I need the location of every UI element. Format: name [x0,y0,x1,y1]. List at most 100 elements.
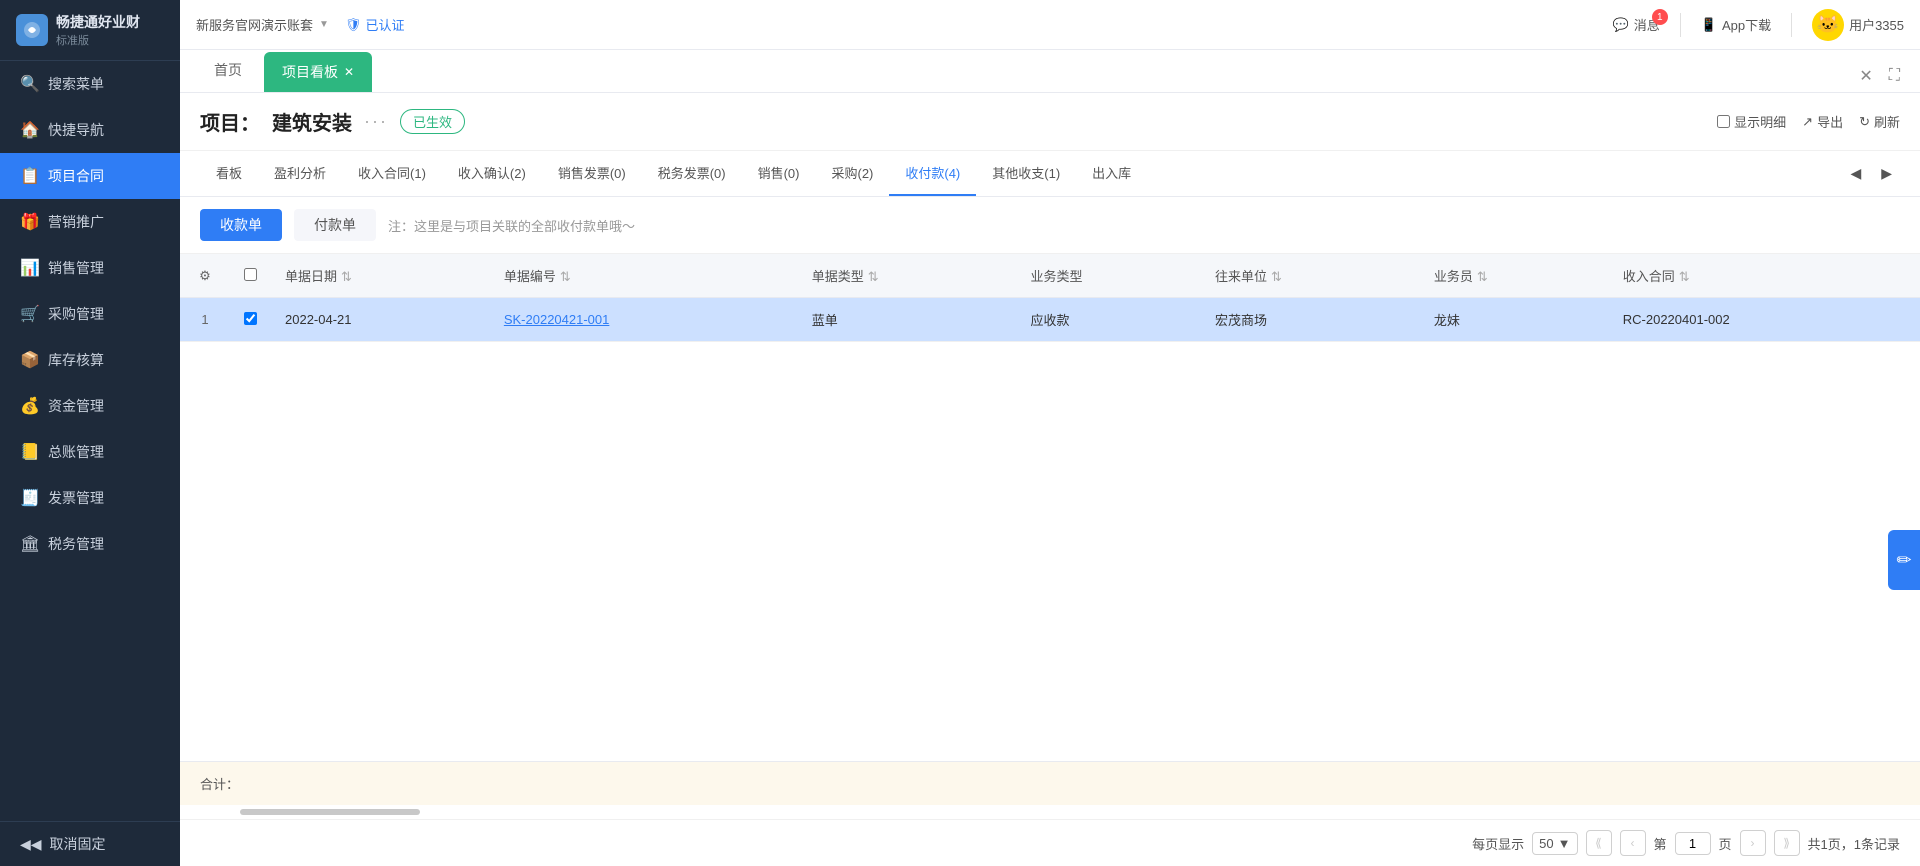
search-icon: 🔍 [20,74,38,94]
tab-project-board[interactable]: 项目看板 ✕ [264,52,372,92]
inner-tab-payment-label: 付款单 [314,217,356,233]
sort-icon: ⇅ [868,269,879,284]
account-selector[interactable]: 新服务官网演示账套 ▼ [196,15,329,34]
message-button[interactable]: 💬 消息 1 [1613,15,1660,34]
expand-icon[interactable]: ⛶ [1885,63,1904,89]
divider [1680,13,1681,37]
money-icon: 💰 [20,396,38,416]
main-area: 新服务官网演示账套 ▼ 🛡 已认证 💬 消息 1 📱 App下载 🐱 用户335… [180,0,1920,866]
project-label-prefix: 项目： [200,107,260,136]
close-window-icon[interactable]: ✕ [1855,62,1876,90]
type-column-header[interactable]: 单据类型⇅ [798,254,1017,298]
row-partner: 宏茂商场 [1201,298,1420,342]
last-page-button[interactable]: ⟫ [1774,830,1800,856]
per-page-label: 每页显示 [1472,834,1524,853]
show-detail-input[interactable] [1717,115,1730,128]
chart-icon: 📊 [20,258,38,278]
salesperson-column-header[interactable]: 业务员⇅ [1420,254,1609,298]
gift-icon: 🎁 [20,212,38,232]
subtab-purchase[interactable]: 采购(2) [815,151,889,196]
first-page-button[interactable]: ⟪ [1586,830,1612,856]
sidebar-header: 畅捷通好业财 标准版 [0,0,180,61]
sidebar-item-label: 资金管理 [48,396,104,416]
row-checkbox[interactable] [230,298,271,342]
sort-icon: ⇅ [1271,269,1282,284]
date-column-header[interactable]: 单据日期⇅ [271,254,490,298]
app-version: 标准版 [56,32,140,48]
partner-column-header[interactable]: 往来单位⇅ [1201,254,1420,298]
tab-home[interactable]: 首页 [196,50,260,92]
sidebar-item-label: 发票管理 [48,488,104,508]
receipt-icon: 🧾 [20,488,38,508]
sort-icon: ⇅ [560,269,571,284]
sidebar-item-funds[interactable]: 💰 资金管理 [0,383,180,429]
sidebar-title-block: 畅捷通好业财 标准版 [56,12,140,48]
sidebar-item-project[interactable]: 📋 项目合同 [0,153,180,199]
subtab-income-contract[interactable]: 收入合同(1) [342,151,442,196]
select-all-checkbox[interactable] [244,268,257,281]
income-contract-column-header[interactable]: 收入合同⇅ [1609,254,1920,298]
sidebar-item-label: 税务管理 [48,534,104,554]
subtab-sales[interactable]: 销售(0) [742,151,816,196]
subtab-profit[interactable]: 盈利分析 [258,151,342,196]
per-page-value: 50 [1539,836,1553,851]
sidebar-item-invoice[interactable]: 🧾 发票管理 [0,475,180,521]
row-number-cell[interactable]: SK-20220421-001 [490,298,798,342]
sidebar-item-quicknav[interactable]: 🏠 快捷导航 [0,107,180,153]
subtab-sales-invoice[interactable]: 销售发票(0) [542,151,642,196]
page-number-input[interactable] [1675,832,1711,855]
inner-tab-payment[interactable]: 付款单 [294,209,376,241]
sidebar-item-inventory[interactable]: 📦 库存核算 [0,337,180,383]
settings-column[interactable]: ⚙ [180,254,230,298]
row-select-checkbox[interactable] [244,312,257,325]
sidebar-item-sales[interactable]: 📊 销售管理 [0,245,180,291]
gear-icon[interactable]: ⚙ [199,268,211,283]
subtab-other-income[interactable]: 其他收支(1) [976,151,1076,196]
sidebar-item-label: 快捷导航 [48,120,104,140]
subtab-inout[interactable]: 出入库 [1076,151,1147,196]
refresh-button[interactable]: ↻ 刷新 [1859,112,1900,131]
avatar: 🐱 [1812,9,1844,41]
tab-project-board-label: 项目看板 [282,62,338,82]
prev-page-button[interactable]: ‹ [1620,830,1646,856]
user-button[interactable]: 🐱 用户3355 [1812,9,1904,41]
sidebar-item-search[interactable]: 🔍 搜索菜单 [0,61,180,107]
more-options-icon[interactable]: ··· [364,111,388,132]
number-column-header[interactable]: 单据编号⇅ [490,254,798,298]
subtab-tax-invoice[interactable]: 税务发票(0) [642,151,742,196]
sidebar-unpin-button[interactable]: ◀◀ 取消固定 [0,821,180,866]
next-page-button[interactable]: › [1740,830,1766,856]
subtab-next-icon[interactable]: ▶ [1873,157,1900,190]
subtab-kanban[interactable]: 看板 [200,151,258,196]
voucher-number-link[interactable]: SK-20220421-001 [504,312,610,327]
sidebar-item-marketing[interactable]: 🎁 营销推广 [0,199,180,245]
scroll-bar-area [180,805,1920,819]
content-area: ⚙ 单据日期⇅ 单据编号⇅ 单 [180,254,1920,866]
sidebar-item-tax[interactable]: 🏛 税务管理 [0,521,180,567]
row-business-type: 应收款 [1017,298,1201,342]
subtab-receipt[interactable]: 收付款(4) [889,151,976,196]
app-download-button[interactable]: 📱 App下载 [1701,15,1771,34]
subtab-income-confirm[interactable]: 收入确认(2) [442,151,542,196]
app-logo [16,14,48,46]
sidebar-item-ledger[interactable]: 📒 总账管理 [0,429,180,475]
sidebar-menu: 🔍 搜索菜单 🏠 快捷导航 📋 项目合同 🎁 营销推广 📊 销售管理 🛒 采购管… [0,61,180,821]
sort-icon: ⇅ [1477,269,1488,284]
total-info: 共1页，1条记录 [1808,834,1900,853]
sidebar-item-purchase[interactable]: 🛒 采购管理 [0,291,180,337]
row-date: 2022-04-21 [271,298,490,342]
tab-close-icon[interactable]: ✕ [344,65,354,79]
show-detail-checkbox[interactable]: 显示明细 [1717,112,1786,131]
per-page-selector[interactable]: 50 ▼ [1532,832,1577,855]
horizontal-scrollbar[interactable] [240,809,420,815]
user-label: 用户3355 [1849,15,1904,34]
export-button[interactable]: ↗ 导出 [1802,112,1843,131]
subtab-prev-icon[interactable]: ◀ [1842,157,1869,190]
float-action-button[interactable]: ✏ [1888,530,1920,590]
refresh-label: 刷新 [1874,112,1900,131]
refresh-icon: ↻ [1859,114,1870,130]
table-row[interactable]: 1 2022-04-21 SK-20220421-001 蓝单 应收款 宏茂商场 [180,298,1920,342]
account-name: 新服务官网演示账套 [196,15,313,34]
row-income-contract: RC-20220401-002 [1609,298,1920,342]
inner-tab-receipt[interactable]: 收款单 [200,209,282,241]
